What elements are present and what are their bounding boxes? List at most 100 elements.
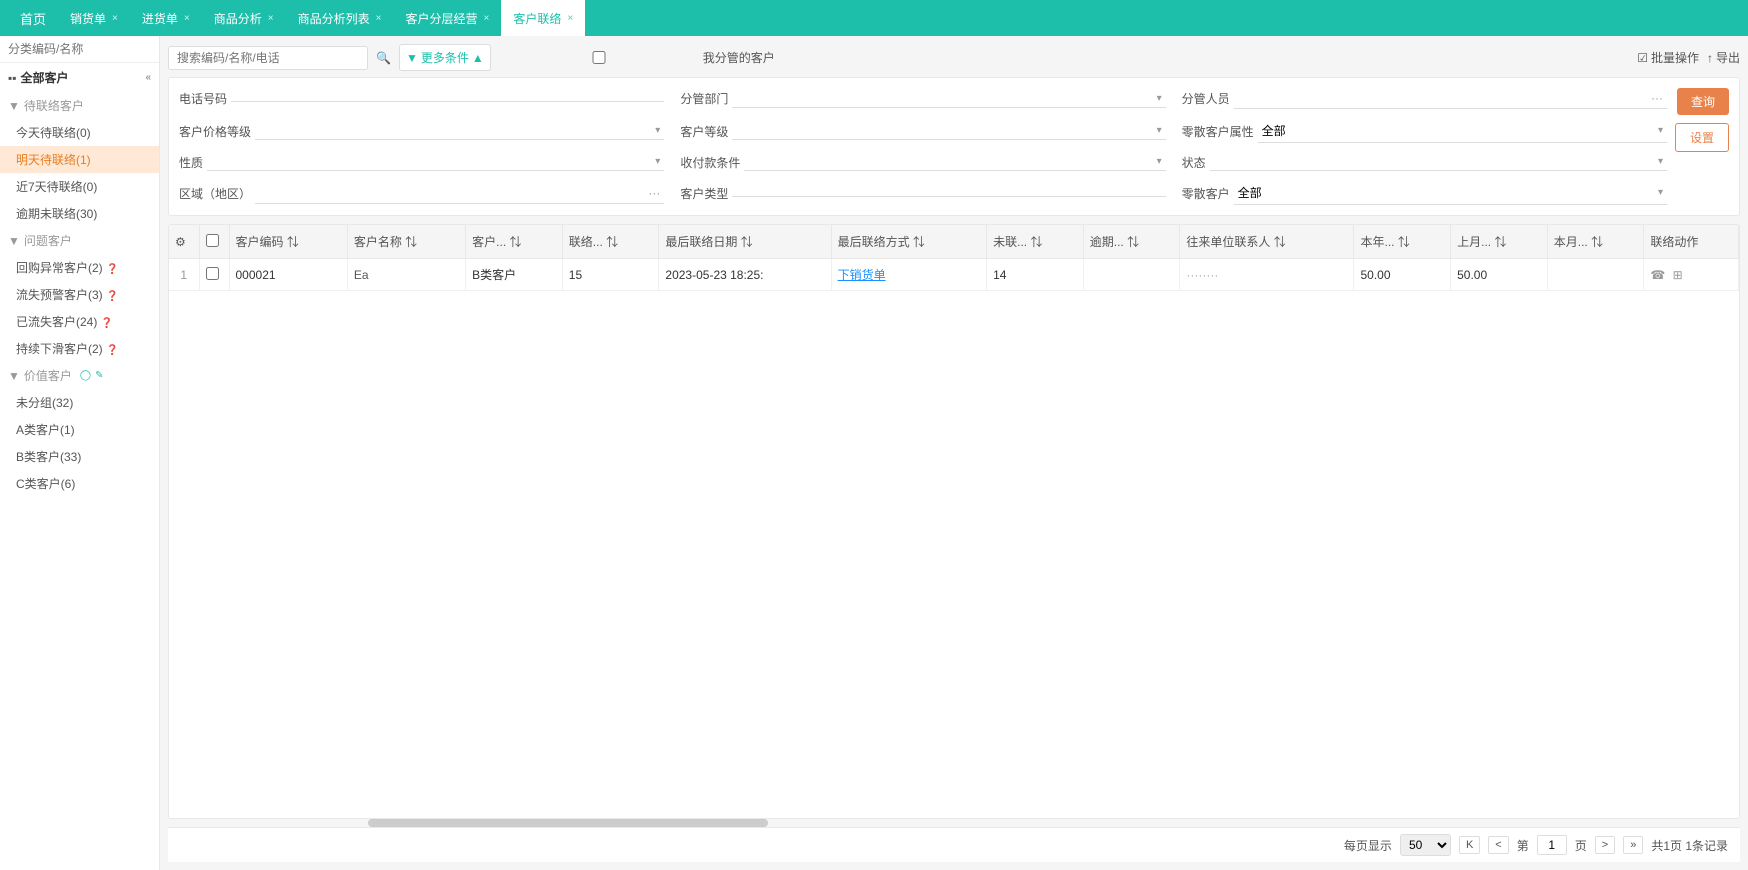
nav-home[interactable]: 首页 (8, 0, 58, 36)
query-button[interactable]: 查询 (1677, 88, 1729, 115)
col-header-uncontacted[interactable]: 未联... ⇅ (987, 225, 1084, 259)
scrollbar-thumb[interactable] (368, 819, 768, 827)
col-header-code[interactable]: 客户编码 ⇅ (229, 225, 347, 259)
row-uncontacted: 14 (987, 259, 1084, 291)
scatter-attr-arrow-icon: ▾ (1658, 125, 1663, 136)
action-more-icon[interactable]: ⊞ (1673, 268, 1683, 282)
advanced-filter-panel: 电话号码 分管部门 ▾ (168, 77, 1740, 216)
filter-area-select[interactable]: ··· (255, 183, 664, 204)
sidebar-collapse-icon[interactable]: « (145, 72, 151, 83)
filter-customer-level-label: 客户等级 (680, 123, 728, 140)
first-page-button[interactable]: K (1459, 836, 1480, 854)
nav-product-analysis-list[interactable]: 商品分析列表 × (286, 0, 394, 36)
row-checkbox[interactable] (206, 267, 219, 280)
search-input[interactable] (168, 46, 368, 70)
filter-scatter-cell: 零散客户 全部 ▾ (1182, 181, 1667, 205)
filter-scatter-attr-select[interactable]: 全部 ▾ (1258, 119, 1667, 143)
filter-payment-select[interactable]: ▾ (744, 153, 1165, 171)
sidebar-item-continuous-decline[interactable]: 持续下滑客户(2) ❓ (0, 335, 159, 362)
sidebar-search-input[interactable] (8, 42, 160, 56)
chevron-up-icon: ▲ (472, 51, 484, 65)
search-icon[interactable]: 🔍 (376, 51, 391, 65)
col-header-overdue[interactable]: 逾期... ⇅ (1083, 225, 1180, 259)
prev-page-button[interactable]: < (1488, 836, 1508, 854)
last-method-link[interactable]: 下销货单 (838, 268, 886, 282)
row-contact-count: 15 (562, 259, 659, 291)
sidebar-item-class-b[interactable]: B类客户(33) (0, 443, 159, 470)
filter-phone-input[interactable] (231, 95, 664, 102)
filter-scatter-select[interactable]: 全部 ▾ (1234, 181, 1667, 205)
nav-product-analysis[interactable]: 商品分析 × (202, 0, 286, 36)
filter-bar: 🔍 ▼ 更多条件 ▲ 我分管的客户 ☑ 批量操作 ↑ 导出 (168, 44, 1740, 71)
col-header-type[interactable]: 客户... ⇅ (466, 225, 563, 259)
per-page-select[interactable]: 50 100 200 (1400, 834, 1451, 856)
col-header-last-method[interactable]: 最后联络方式 ⇅ (831, 225, 987, 259)
nav-customer-contact-close-icon[interactable]: × (567, 13, 573, 24)
more-conditions-button[interactable]: ▼ 更多条件 ▲ (399, 44, 491, 71)
nav-purchase-order[interactable]: 进货单 × (130, 0, 202, 36)
content-area: 🔍 ▼ 更多条件 ▲ 我分管的客户 ☑ 批量操作 ↑ 导出 (160, 36, 1748, 870)
filter-dept-select[interactable]: ▾ (732, 90, 1165, 108)
col-header-unit-contact[interactable]: 往来单位联系人 ⇅ (1180, 225, 1354, 259)
sidebar-item-overdue-contact[interactable]: 逾期未联络(30) (0, 200, 159, 227)
col-header-contact[interactable]: 联络... ⇅ (562, 225, 659, 259)
setting-button[interactable]: 设置 (1675, 123, 1729, 152)
sidebar-category-problem[interactable]: ▼ 问题客户 (0, 227, 159, 254)
sidebar-item-repurchase-abnormal[interactable]: 回购异常客户(2) ❓ (0, 254, 159, 281)
select-all-checkbox[interactable] (206, 234, 219, 247)
sidebar-item-tomorrow-contact[interactable]: 明天待联络(1) (0, 146, 159, 173)
sidebar-category-value[interactable]: ▼ 价值客户 ◯ ✎ (0, 362, 159, 389)
problem-triangle-icon: ▼ (8, 234, 20, 248)
filter-status-select[interactable]: ▾ (1210, 153, 1667, 171)
sidebar-item-ungrouped[interactable]: 未分组(32) (0, 389, 159, 416)
main-layout: 🔍 ▪▪ 全部客户 « ▼ 待联络客户 今天待联络(0) 明天待联络(1) 近7… (0, 36, 1748, 870)
nav-sales-order-close-icon[interactable]: × (112, 13, 118, 24)
filter-scatter-label: 零散客户 (1182, 185, 1230, 202)
page-number-input[interactable] (1537, 835, 1567, 855)
col-header-last-month[interactable]: 上月... ⇅ (1451, 225, 1548, 259)
filter-phone-cell: 电话号码 (179, 88, 664, 109)
col-header-this-month[interactable]: 本月... ⇅ (1547, 225, 1644, 259)
horizontal-scrollbar[interactable] (168, 819, 1740, 827)
nav-sales-order[interactable]: 销货单 × (58, 0, 130, 36)
my-customers-checkbox[interactable] (499, 51, 699, 64)
nav-product-analysis-list-close-icon[interactable]: × (376, 13, 382, 24)
sidebar-all-customers[interactable]: ▪▪ 全部客户 « (0, 63, 159, 92)
sidebar-item-class-c[interactable]: C类客户(6) (0, 470, 159, 497)
nav-customer-layering[interactable]: 客户分层经营 × (393, 0, 501, 36)
value-refresh-icon[interactable]: ◯ (80, 370, 91, 381)
filter-price-level-select[interactable]: ▾ (255, 122, 664, 140)
nav-product-analysis-close-icon[interactable]: × (268, 13, 274, 24)
status-arrow-icon: ▾ (1658, 156, 1663, 167)
nav-purchase-order-close-icon[interactable]: × (184, 13, 190, 24)
sidebar-category-pending[interactable]: ▼ 待联络客户 (0, 92, 159, 119)
export-button[interactable]: ↑ 导出 (1707, 49, 1740, 66)
col-header-name[interactable]: 客户名称 ⇅ (347, 225, 465, 259)
last-page-button[interactable]: » (1623, 836, 1643, 854)
filter-customer-type-cell: 客户类型 (680, 181, 1165, 205)
col-header-this-year[interactable]: 本年... ⇅ (1354, 225, 1451, 259)
row-type: B类客户 (466, 259, 563, 291)
action-call-icon[interactable]: ☎ (1650, 268, 1665, 282)
sidebar-item-7days-contact[interactable]: 近7天待联络(0) (0, 173, 159, 200)
row-checkbox-cell[interactable] (199, 259, 229, 291)
filter-price-level-cell: 客户价格等级 ▾ (179, 119, 664, 143)
filter-customer-type-select[interactable] (732, 190, 1165, 197)
filter-nature-select[interactable]: ▾ (207, 153, 664, 171)
value-edit-icon[interactable]: ✎ (95, 370, 103, 381)
row-name[interactable]: Ea (347, 259, 465, 291)
col-header-gear[interactable]: ⚙ (169, 225, 199, 259)
filter-manager-input[interactable]: ··· (1234, 88, 1667, 109)
filter-customer-level-select[interactable]: ▾ (732, 122, 1165, 140)
sidebar-item-class-a[interactable]: A类客户(1) (0, 416, 159, 443)
sidebar-item-today-contact[interactable]: 今天待联络(0) (0, 119, 159, 146)
my-customers-checkbox-label[interactable]: 我分管的客户 (499, 49, 775, 66)
next-page-button[interactable]: > (1595, 836, 1615, 854)
sidebar-item-churn-warning[interactable]: 流失预警客户(3) ❓ (0, 281, 159, 308)
sidebar-item-churned[interactable]: 已流失客户(24) ❓ (0, 308, 159, 335)
nav-customer-layering-close-icon[interactable]: × (483, 13, 489, 24)
col-header-last-date[interactable]: 最后联络日期 ⇅ (659, 225, 831, 259)
nav-customer-contact[interactable]: 客户联络 × (501, 0, 585, 36)
batch-operation-button[interactable]: ☑ 批量操作 (1637, 49, 1699, 66)
row-last-method[interactable]: 下销货单 (831, 259, 987, 291)
